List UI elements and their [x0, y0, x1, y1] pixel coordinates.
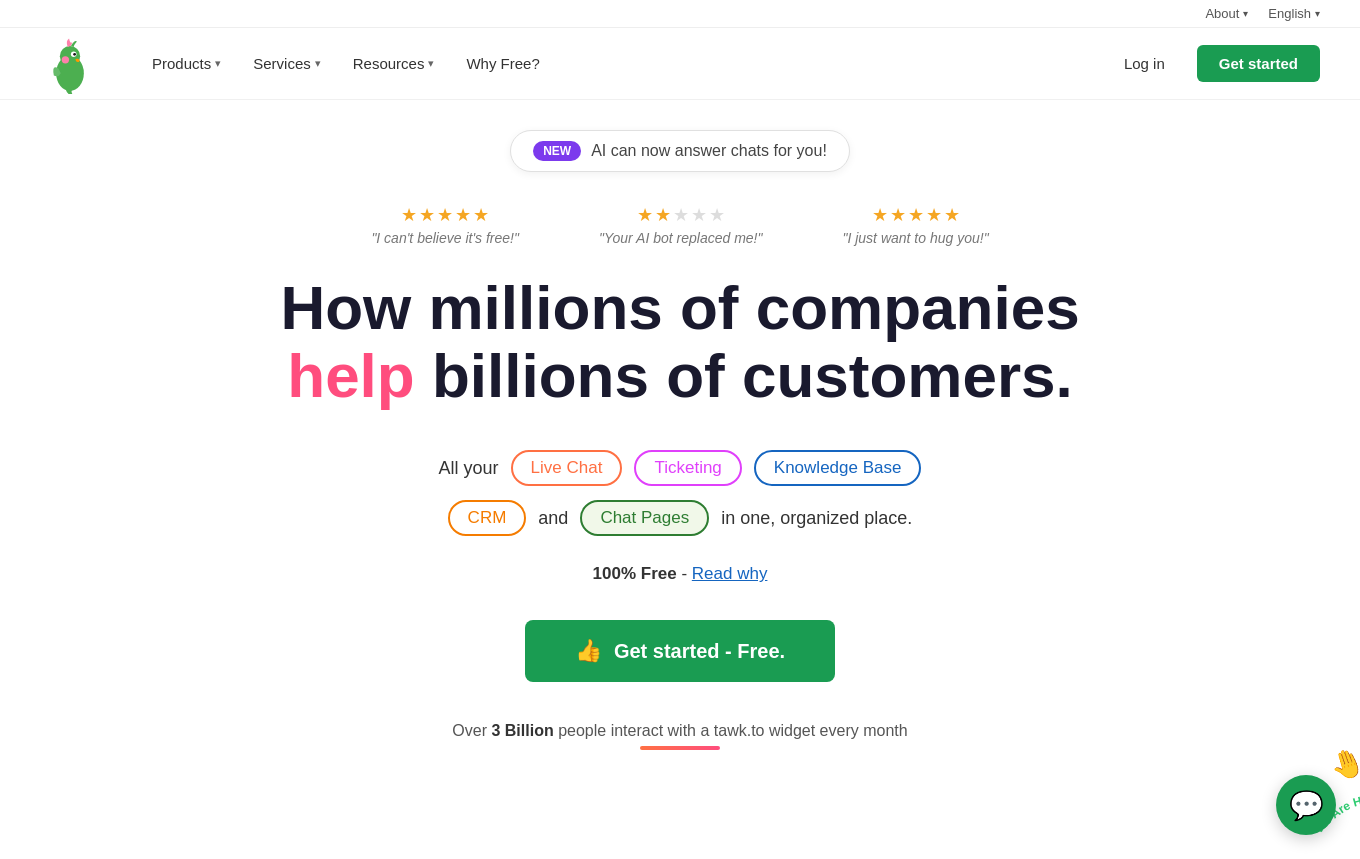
new-badge: NEW [533, 141, 581, 161]
hero-highlight: help [287, 341, 414, 410]
nav-resources[interactable]: Resources ▾ [341, 47, 447, 80]
hero-line1: How millions of companies [280, 273, 1079, 342]
hero-title: How millions of companies help billions … [280, 274, 1079, 410]
read-why-link[interactable]: Read why [692, 564, 768, 583]
nav-products[interactable]: Products ▾ [140, 47, 233, 80]
navbar: Products ▾ Services ▾ Resources ▾ Why Fr… [0, 28, 1360, 100]
stars-1: ★ ★ ★ ★ ★ [401, 204, 489, 226]
star-icon: ★ [401, 204, 417, 226]
review-text-2: "Your AI bot replaced me!" [599, 230, 763, 246]
tag-crm: CRM [448, 500, 527, 536]
tags-row-2: CRM and Chat Pages in one, organized pla… [448, 500, 913, 536]
cta-button[interactable]: 👍 Get started - Free. [525, 620, 835, 682]
login-button[interactable]: Log in [1108, 47, 1181, 80]
star-icon: ★ [709, 204, 725, 226]
review-1: ★ ★ ★ ★ ★ "I can't believe it's free!" [371, 204, 519, 246]
ai-banner[interactable]: NEW AI can now answer chats for you! [510, 130, 850, 172]
reviews-section: ★ ★ ★ ★ ★ "I can't believe it's free!" ★… [371, 204, 988, 246]
tag-knowledgebase: Knowledge Base [754, 450, 922, 486]
billion-line: Over 3 Billion people interact with a ta… [452, 722, 907, 740]
products-chevron-icon: ▾ [215, 57, 221, 70]
nav-services[interactable]: Services ▾ [241, 47, 333, 80]
language-menu[interactable]: English ▾ [1268, 6, 1320, 21]
star-icon: ★ [691, 204, 707, 226]
nav-whyfree[interactable]: Why Free? [454, 47, 551, 80]
hero-line2-text: billions of customers. [432, 341, 1073, 410]
and-text: and [538, 508, 568, 529]
language-chevron-icon: ▾ [1315, 8, 1320, 19]
tag-ticketing: Ticketing [634, 450, 741, 486]
star-icon: ★ [944, 204, 960, 226]
star-icon: ★ [473, 204, 489, 226]
star-icon: ★ [673, 204, 689, 226]
about-label: About [1205, 6, 1239, 21]
resources-chevron-icon: ▾ [428, 57, 434, 70]
nav-actions: Log in Get started [1108, 45, 1320, 82]
review-2: ★ ★ ★ ★ ★ "Your AI bot replaced me!" [599, 204, 763, 246]
svg-point-1 [60, 46, 80, 66]
tag-livechat: Live Chat [511, 450, 623, 486]
thumb-icon: 👍 [575, 638, 602, 664]
free-line: 100% Free - Read why [593, 564, 768, 584]
tag-chatpages: Chat Pages [580, 500, 709, 536]
free-separator: - [677, 564, 692, 583]
star-icon: ★ [926, 204, 942, 226]
stars-3: ★ ★ ★ ★ ★ [872, 204, 960, 226]
suffix-text: in one, organized place. [721, 508, 912, 529]
star-icon: ★ [908, 204, 924, 226]
stars-2: ★ ★ ★ ★ ★ [637, 204, 725, 226]
svg-point-4 [73, 52, 76, 55]
billion-prefix: Over [452, 722, 491, 739]
topbar: About ▾ English ▾ [0, 0, 1360, 28]
star-icon: ★ [437, 204, 453, 226]
services-chevron-icon: ▾ [315, 57, 321, 70]
star-icon: ★ [637, 204, 653, 226]
tags-row-1: All your Live Chat Ticketing Knowledge B… [439, 450, 922, 486]
billion-bold: 3 Billion [491, 722, 553, 739]
review-3: ★ ★ ★ ★ ★ "I just want to hug you!" [842, 204, 988, 246]
star-icon: ★ [655, 204, 671, 226]
svg-point-2 [62, 56, 69, 63]
cta-label: Get started - Free. [614, 640, 785, 663]
nav-links: Products ▾ Services ▾ Resources ▾ Why Fr… [140, 47, 1108, 80]
free-bold: 100% Free [593, 564, 677, 583]
hero-heading: How millions of companies help billions … [280, 274, 1079, 410]
banner-text: AI can now answer chats for you! [591, 142, 827, 160]
about-menu[interactable]: About ▾ [1205, 6, 1248, 21]
star-icon: ★ [419, 204, 435, 226]
wave-decoration [640, 746, 720, 750]
star-icon: ★ [872, 204, 888, 226]
star-icon: ★ [455, 204, 471, 226]
main-content: NEW AI can now answer chats for you! ★ ★… [0, 100, 1360, 810]
billion-suffix: people interact with a tawk.to widget ev… [554, 722, 908, 739]
review-text-3: "I just want to hug you!" [842, 230, 988, 246]
star-icon: ★ [890, 204, 906, 226]
all-your-text: All your [439, 458, 499, 479]
logo-icon [40, 34, 100, 94]
get-started-nav-button[interactable]: Get started [1197, 45, 1320, 82]
language-label: English [1268, 6, 1311, 21]
review-text-1: "I can't believe it's free!" [371, 230, 519, 246]
logo[interactable] [40, 34, 100, 94]
chat-icon: 💬 [1289, 789, 1324, 811]
tags-container: All your Live Chat Ticketing Knowledge B… [439, 450, 922, 536]
about-chevron-icon: ▾ [1243, 8, 1248, 19]
